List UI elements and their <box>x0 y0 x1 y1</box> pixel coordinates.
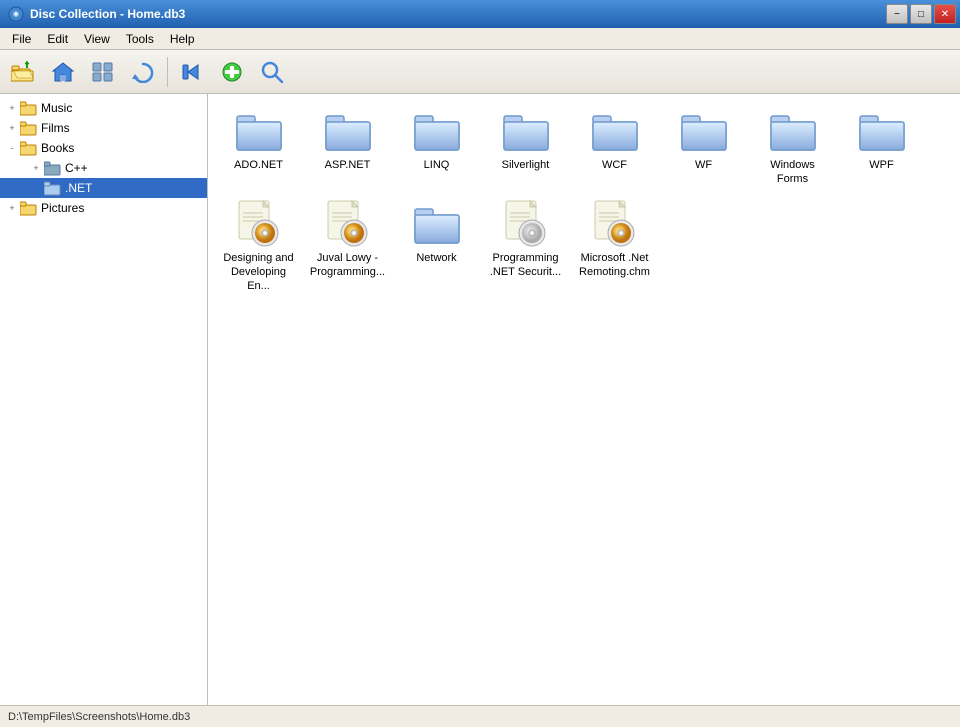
file-programming-icon <box>502 199 550 247</box>
search-button[interactable] <box>253 54 291 90</box>
sidebar-label-dotnet: .NET <box>65 181 92 195</box>
file-remoting-icon <box>591 199 639 247</box>
status-bar: D:\TempFiles\Screenshots\Home.db3 <box>0 705 960 727</box>
folder-silverlight[interactable]: Silverlight <box>483 102 568 191</box>
toggle-cpp[interactable]: + <box>28 160 44 176</box>
file-juval-label: Juval Lowy - Programming... <box>309 251 386 280</box>
content-area: ADO.NET <box>208 94 960 705</box>
folder-silverlight-icon <box>502 106 550 154</box>
folder-network-icon <box>413 199 461 247</box>
folder-adonet-icon <box>235 106 283 154</box>
toggle-films[interactable]: + <box>4 120 20 136</box>
open-button[interactable] <box>4 54 42 90</box>
folder-wcf-icon <box>591 106 639 154</box>
folder-aspnet-icon <box>324 106 372 154</box>
menu-help[interactable]: Help <box>162 30 203 48</box>
file-programming-label: Programming .NET Securit... <box>487 251 564 280</box>
menu-tools[interactable]: Tools <box>118 30 162 48</box>
sidebar-item-cpp[interactable]: + C++ <box>0 158 207 178</box>
folder-adonet-label: ADO.NET <box>234 158 283 172</box>
films-folder-icon <box>20 120 38 136</box>
main-container: + Music + Films - <box>0 94 960 705</box>
folder-aspnet[interactable]: ASP.NET <box>305 102 390 191</box>
window-title: Disc Collection - Home.db3 <box>30 7 185 21</box>
menu-view[interactable]: View <box>76 30 118 48</box>
file-programming[interactable]: Programming .NET Securit... <box>483 195 568 298</box>
file-designing-label: Designing and Developing En... <box>220 251 297 294</box>
menu-file[interactable]: File <box>4 30 39 48</box>
maximize-button[interactable]: □ <box>910 4 932 24</box>
sidebar-item-pictures[interactable]: + Pictures <box>0 198 207 218</box>
folder-wcf[interactable]: WCF <box>572 102 657 191</box>
back-button[interactable] <box>173 54 211 90</box>
folder-adonet[interactable]: ADO.NET <box>216 102 301 191</box>
folder-wf-label: WF <box>695 158 712 172</box>
toggle-dotnet[interactable] <box>28 180 44 196</box>
folder-linq-icon <box>413 106 461 154</box>
folder-wpf-icon <box>858 106 906 154</box>
dotnet-folder-icon <box>44 180 62 196</box>
close-button[interactable]: ✕ <box>934 4 956 24</box>
folder-network-label: Network <box>416 251 456 265</box>
sidebar: + Music + Films - <box>0 94 208 705</box>
pictures-folder-icon <box>20 200 38 216</box>
cpp-folder-icon <box>44 160 62 176</box>
sidebar-item-films[interactable]: + Films <box>0 118 207 138</box>
sidebar-label-pictures: Pictures <box>41 201 84 215</box>
sidebar-label-cpp: C++ <box>65 161 88 175</box>
add-button[interactable] <box>213 54 251 90</box>
icon-grid: ADO.NET <box>216 102 952 297</box>
sidebar-item-music[interactable]: + Music <box>0 98 207 118</box>
file-juval[interactable]: Juval Lowy - Programming... <box>305 195 390 298</box>
toolbar-sep-1 <box>167 57 168 87</box>
folder-linq[interactable]: LINQ <box>394 102 479 191</box>
minimize-button[interactable]: − <box>886 4 908 24</box>
folder-linq-label: LINQ <box>424 158 450 172</box>
folder-aspnet-label: ASP.NET <box>325 158 371 172</box>
toggle-books[interactable]: - <box>4 140 20 156</box>
books-folder-icon <box>20 140 38 156</box>
sidebar-label-music: Music <box>41 101 72 115</box>
menu-bar: File Edit View Tools Help <box>0 28 960 50</box>
folder-wcf-label: WCF <box>602 158 627 172</box>
folder-wpf-label: WPF <box>869 158 893 172</box>
file-remoting-label: Microsoft .Net Remoting.chm <box>576 251 653 280</box>
folder-wpf[interactable]: WPF <box>839 102 924 191</box>
folder-wf[interactable]: WF <box>661 102 746 191</box>
grid-button[interactable] <box>84 54 122 90</box>
folder-wf-icon <box>680 106 728 154</box>
music-folder-icon <box>20 100 38 116</box>
folder-network[interactable]: Network <box>394 195 479 298</box>
folder-winforms[interactable]: Windows Forms <box>750 102 835 191</box>
toggle-music[interactable]: + <box>4 100 20 116</box>
toggle-pictures[interactable]: + <box>4 200 20 216</box>
sidebar-item-books[interactable]: - Books <box>0 138 207 158</box>
reload-button[interactable] <box>124 54 162 90</box>
folder-winforms-label: Windows Forms <box>754 158 831 187</box>
file-designing[interactable]: Designing and Developing En... <box>216 195 301 298</box>
folder-winforms-icon <box>769 106 817 154</box>
title-bar: Disc Collection - Home.db3 − □ ✕ <box>0 0 960 28</box>
folder-silverlight-label: Silverlight <box>502 158 550 172</box>
file-remoting[interactable]: Microsoft .Net Remoting.chm <box>572 195 657 298</box>
status-text: D:\TempFiles\Screenshots\Home.db3 <box>8 711 190 723</box>
sidebar-label-books: Books <box>41 141 74 155</box>
menu-edit[interactable]: Edit <box>39 30 76 48</box>
app-icon <box>8 6 24 22</box>
file-juval-icon <box>324 199 372 247</box>
home-button[interactable] <box>44 54 82 90</box>
sidebar-item-dotnet[interactable]: .NET <box>0 178 207 198</box>
file-designing-icon <box>235 199 283 247</box>
toolbar <box>0 50 960 94</box>
sidebar-label-films: Films <box>41 121 70 135</box>
